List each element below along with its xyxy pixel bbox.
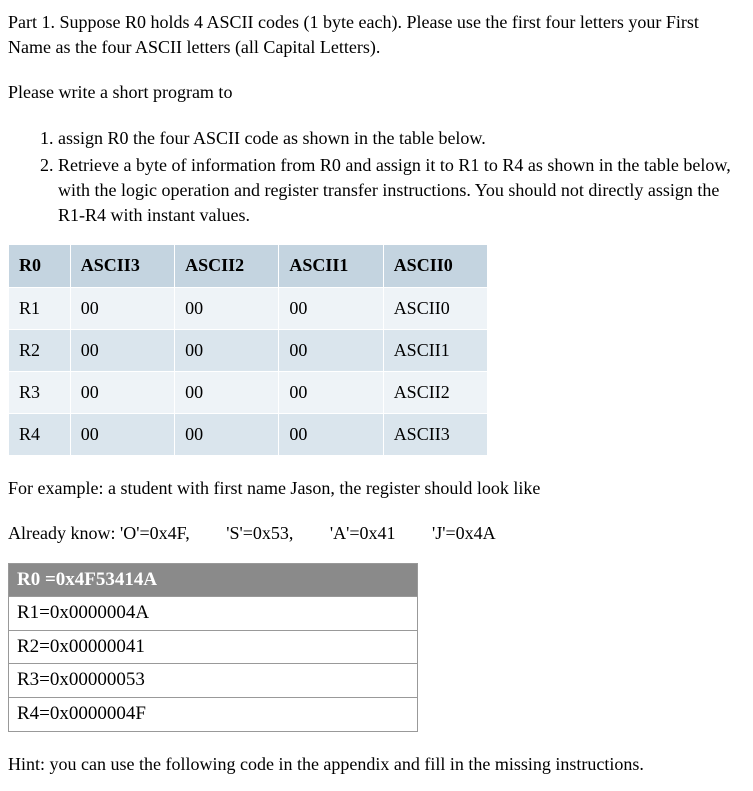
result-cell: R4=0x0000004F — [9, 698, 418, 732]
result-cell: R3=0x00000053 — [9, 664, 418, 698]
table-row: R1 00 00 00 ASCII0 — [9, 287, 488, 329]
instruction-item-1: assign R0 the four ASCII code as shown i… — [58, 126, 745, 151]
ascii-known-line: Already know: 'O'=0x4F, 'S'=0x53, 'A'=0x… — [8, 521, 745, 546]
intro-paragraph-1: Part 1. Suppose R0 holds 4 ASCII codes (… — [8, 10, 745, 60]
result-table: R0 =0x4F53414A R1=0x0000004A R2=0x000000… — [8, 563, 418, 732]
cell: R3 — [9, 371, 71, 413]
ascii-code-s: 'S'=0x53, — [226, 521, 293, 546]
result-cell: R0 =0x4F53414A — [9, 563, 418, 597]
cell: 00 — [175, 371, 279, 413]
result-row-r2: R2=0x00000041 — [9, 630, 418, 664]
ascii-code-a: 'A'=0x41 — [330, 521, 396, 546]
table-row: R2 00 00 00 ASCII1 — [9, 329, 488, 371]
reg-th-0: R0 — [9, 245, 71, 287]
ascii-code-o: 'O'=0x4F, — [120, 521, 190, 546]
cell: ASCII0 — [383, 287, 487, 329]
cell: 00 — [279, 287, 383, 329]
result-row-r3: R3=0x00000053 — [9, 664, 418, 698]
result-row-r0: R0 =0x4F53414A — [9, 563, 418, 597]
cell: 00 — [70, 287, 174, 329]
cell: 00 — [279, 414, 383, 456]
known-prefix: Already know: — [8, 523, 120, 543]
cell: R2 — [9, 329, 71, 371]
reg-th-2: ASCII2 — [175, 245, 279, 287]
cell: 00 — [70, 329, 174, 371]
result-row-r4: R4=0x0000004F — [9, 698, 418, 732]
reg-th-3: ASCII1 — [279, 245, 383, 287]
cell: ASCII2 — [383, 371, 487, 413]
cell: 00 — [70, 371, 174, 413]
register-table-header: R0 ASCII3 ASCII2 ASCII1 ASCII0 — [9, 245, 488, 287]
cell: R4 — [9, 414, 71, 456]
reg-th-1: ASCII3 — [70, 245, 174, 287]
cell: 00 — [279, 329, 383, 371]
cell: 00 — [70, 414, 174, 456]
register-table: R0 ASCII3 ASCII2 ASCII1 ASCII0 R1 00 00 … — [8, 244, 488, 456]
intro-paragraph-2: Please write a short program to — [8, 80, 745, 105]
result-row-r1: R1=0x0000004A — [9, 597, 418, 631]
ascii-code-j: 'J'=0x4A — [432, 521, 496, 546]
cell: 00 — [175, 329, 279, 371]
table-row: R4 00 00 00 ASCII3 — [9, 414, 488, 456]
instruction-list: assign R0 the four ASCII code as shown i… — [8, 126, 745, 229]
example-intro: For example: a student with first name J… — [8, 476, 745, 501]
hint-paragraph: Hint: you can use the following code in … — [8, 752, 745, 777]
cell: ASCII1 — [383, 329, 487, 371]
cell: 00 — [175, 287, 279, 329]
table-row: R3 00 00 00 ASCII2 — [9, 371, 488, 413]
result-cell: R1=0x0000004A — [9, 597, 418, 631]
cell: ASCII3 — [383, 414, 487, 456]
cell: 00 — [279, 371, 383, 413]
instruction-item-2: Retrieve a byte of information from R0 a… — [58, 153, 745, 229]
reg-th-4: ASCII0 — [383, 245, 487, 287]
cell: 00 — [175, 414, 279, 456]
result-cell: R2=0x00000041 — [9, 630, 418, 664]
cell: R1 — [9, 287, 71, 329]
